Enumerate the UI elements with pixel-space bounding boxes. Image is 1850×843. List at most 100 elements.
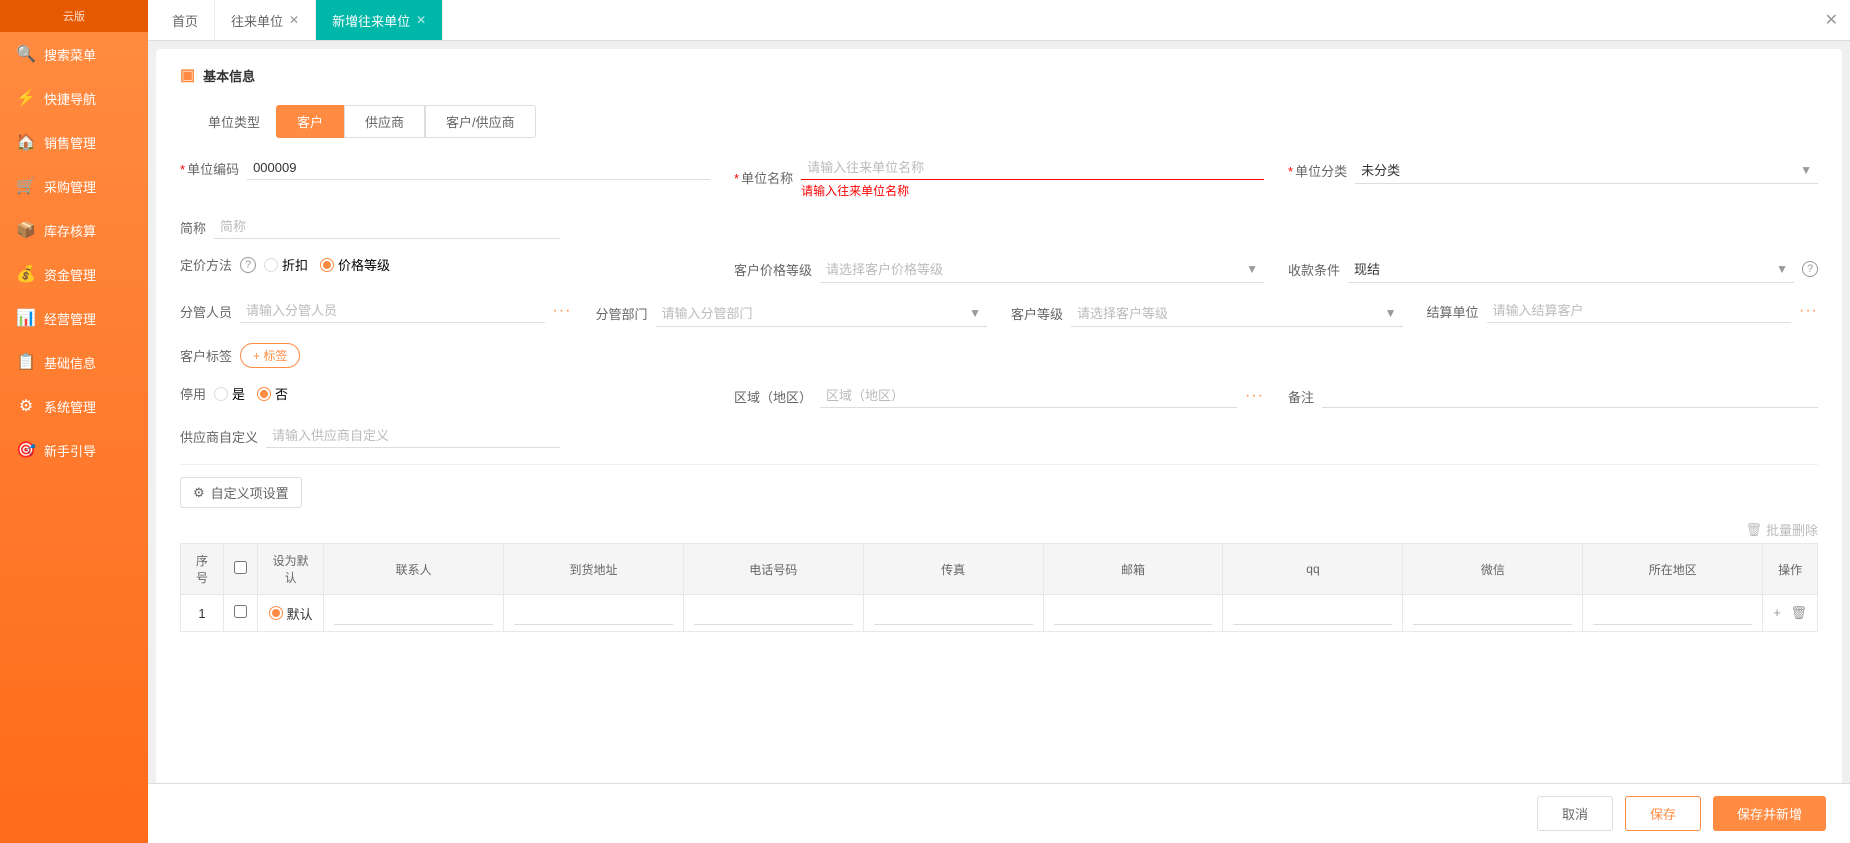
- add-row-btn[interactable]: +: [1773, 605, 1781, 620]
- pricing-help-icon[interactable]: ?: [240, 257, 256, 273]
- search-icon: 🔍: [16, 44, 36, 64]
- sidebar-item-operation[interactable]: 📊 经营管理: [0, 296, 148, 340]
- region-input[interactable]: [820, 384, 1237, 408]
- disabled-field: 停用 是 否: [180, 384, 710, 403]
- unit-name-input[interactable]: [801, 156, 1264, 180]
- sidebar-item-system[interactable]: ⚙ 系统管理: [0, 384, 148, 428]
- short-name-input[interactable]: [214, 215, 560, 239]
- sidebar-item-label: 经营管理: [44, 309, 96, 328]
- payment-terms-label: 收款条件: [1288, 260, 1340, 279]
- unit-category-value: 未分类: [1361, 160, 1800, 179]
- row-contact: [324, 595, 504, 632]
- settlement-unit-more-btn[interactable]: ···: [1799, 302, 1818, 320]
- select-all-checkbox[interactable]: [234, 561, 247, 574]
- save-new-button[interactable]: 保存并新增: [1713, 796, 1826, 831]
- tab-home[interactable]: 首页: [156, 0, 215, 40]
- supplier-custom-input[interactable]: [266, 424, 560, 448]
- disabled-radio-no-label: 否: [275, 384, 288, 403]
- tab-partner-close[interactable]: ✕: [289, 13, 299, 27]
- sidebar-item-purchase[interactable]: 🛒 采购管理: [0, 164, 148, 208]
- tab-new-partner-label: 新增往来单位: [332, 11, 410, 30]
- sidebar-item-label: 基础信息: [44, 353, 96, 372]
- department-placeholder: 请输入分管部门: [662, 303, 970, 322]
- custom-settings-button[interactable]: ⚙ 自定义项设置: [180, 477, 302, 508]
- remarks-input[interactable]: [1322, 384, 1818, 408]
- col-email: 邮箱: [1043, 544, 1223, 595]
- customer-price-level-select[interactable]: 请选择客户价格等级 ▼: [820, 255, 1264, 283]
- system-icon: ⚙: [16, 396, 36, 416]
- row-fax-input[interactable]: [874, 601, 1033, 625]
- manager-more-btn[interactable]: ···: [553, 302, 572, 320]
- sales-icon: 🏠: [16, 132, 36, 152]
- payment-terms-help-icon[interactable]: ?: [1802, 261, 1818, 277]
- payment-terms-arrow: ▼: [1776, 262, 1788, 276]
- form-row-4: 分管人员 ··· 分管部门 请输入分管部门 ▼ 客户等级 请选择客户等级 ▼ 结…: [180, 299, 1818, 327]
- department-select[interactable]: 请输入分管部门 ▼: [656, 299, 987, 327]
- region-more-btn[interactable]: ···: [1245, 387, 1264, 405]
- row-select-checkbox[interactable]: [234, 605, 247, 618]
- sidebar-item-label: 系统管理: [44, 397, 96, 416]
- customer-level-select[interactable]: 请选择客户等级 ▼: [1071, 299, 1402, 327]
- sidebar-item-search[interactable]: 🔍 搜索菜单: [0, 32, 148, 76]
- cancel-button[interactable]: 取消: [1537, 796, 1613, 831]
- save-button[interactable]: 保存: [1625, 796, 1701, 831]
- unit-name-field: 单位名称 请输入往来单位名称: [734, 156, 1264, 199]
- basic-icon: 📋: [16, 352, 36, 372]
- sidebar-item-label: 采购管理: [44, 177, 96, 196]
- row-default-label: 默认: [287, 604, 313, 623]
- sidebar-item-label: 资金管理: [44, 265, 96, 284]
- pricing-label: 定价方法: [180, 255, 232, 274]
- sidebar-item-basic[interactable]: 📋 基础信息: [0, 340, 148, 384]
- disabled-radio-yes-label: 是: [232, 384, 245, 403]
- sidebar-item-sales[interactable]: 🏠 销售管理: [0, 120, 148, 164]
- form-row-2: 简称: [180, 215, 1818, 239]
- customer-price-level-label: 客户价格等级: [734, 260, 812, 279]
- customer-price-level-field: 客户价格等级 请选择客户价格等级 ▼: [734, 255, 1264, 283]
- pricing-radio-level[interactable]: 价格等级: [320, 255, 390, 274]
- row-address-input[interactable]: [514, 601, 673, 625]
- disabled-radio-no-circle: [257, 387, 271, 401]
- row-region-input[interactable]: [1593, 601, 1752, 625]
- row-contact-input[interactable]: [334, 601, 493, 625]
- col-fax: 传真: [863, 544, 1043, 595]
- row-default-radio[interactable]: 默认: [268, 604, 313, 623]
- disabled-radio-no[interactable]: 否: [257, 384, 288, 403]
- payment-terms-select[interactable]: 现结 ▼: [1348, 255, 1794, 283]
- pricing-radio-discount-circle: [264, 258, 278, 272]
- row-email-input[interactable]: [1054, 601, 1213, 625]
- row-wechat-input[interactable]: [1413, 601, 1572, 625]
- sidebar-item-inventory[interactable]: 📦 库存核算: [0, 208, 148, 252]
- tab-partner[interactable]: 往来单位 ✕: [215, 0, 316, 40]
- section-icon: ▣: [180, 65, 195, 85]
- unit-type-supplier[interactable]: 供应商: [344, 105, 425, 138]
- manager-input[interactable]: [240, 299, 545, 323]
- close-all-tabs[interactable]: ✕: [1825, 10, 1838, 30]
- disabled-radio-yes[interactable]: 是: [214, 384, 245, 403]
- section-title: 基本信息: [203, 66, 255, 85]
- sidebar-item-label: 快捷导航: [44, 89, 96, 108]
- unit-code-input[interactable]: [247, 156, 710, 180]
- remarks-label: 备注: [1288, 387, 1314, 406]
- unit-category-select[interactable]: 未分类 ▼: [1355, 156, 1818, 184]
- sidebar-item-quick-nav[interactable]: ⚡ 快捷导航: [0, 76, 148, 120]
- sidebar-item-label: 搜索菜单: [44, 45, 96, 64]
- row-qq: [1223, 595, 1403, 632]
- pricing-radio-discount[interactable]: 折扣: [264, 255, 308, 274]
- tab-new-partner-close[interactable]: ✕: [416, 13, 426, 27]
- delete-row-btn[interactable]: 🗑: [1790, 605, 1807, 620]
- unit-type-both[interactable]: 客户/供应商: [425, 105, 536, 138]
- sidebar-item-guide[interactable]: 🎯 新手引导: [0, 428, 148, 472]
- batch-delete-icon: 🗑: [1745, 522, 1762, 538]
- customer-level-label: 客户等级: [1011, 304, 1063, 323]
- batch-delete-label[interactable]: 批量删除: [1766, 520, 1818, 539]
- row-phone-input[interactable]: [694, 601, 853, 625]
- tab-new-partner[interactable]: 新增往来单位 ✕: [316, 0, 443, 40]
- settlement-unit-input[interactable]: [1487, 299, 1792, 323]
- custom-settings-label: 自定义项设置: [211, 483, 289, 502]
- guide-icon: 🎯: [16, 440, 36, 460]
- unit-type-customer[interactable]: 客户: [276, 105, 344, 138]
- add-tag-button[interactable]: + 标签: [240, 343, 300, 368]
- sidebar-item-finance[interactable]: 💰 资金管理: [0, 252, 148, 296]
- row-qq-input[interactable]: [1233, 601, 1392, 625]
- table-row: 1 默认: [181, 595, 1818, 632]
